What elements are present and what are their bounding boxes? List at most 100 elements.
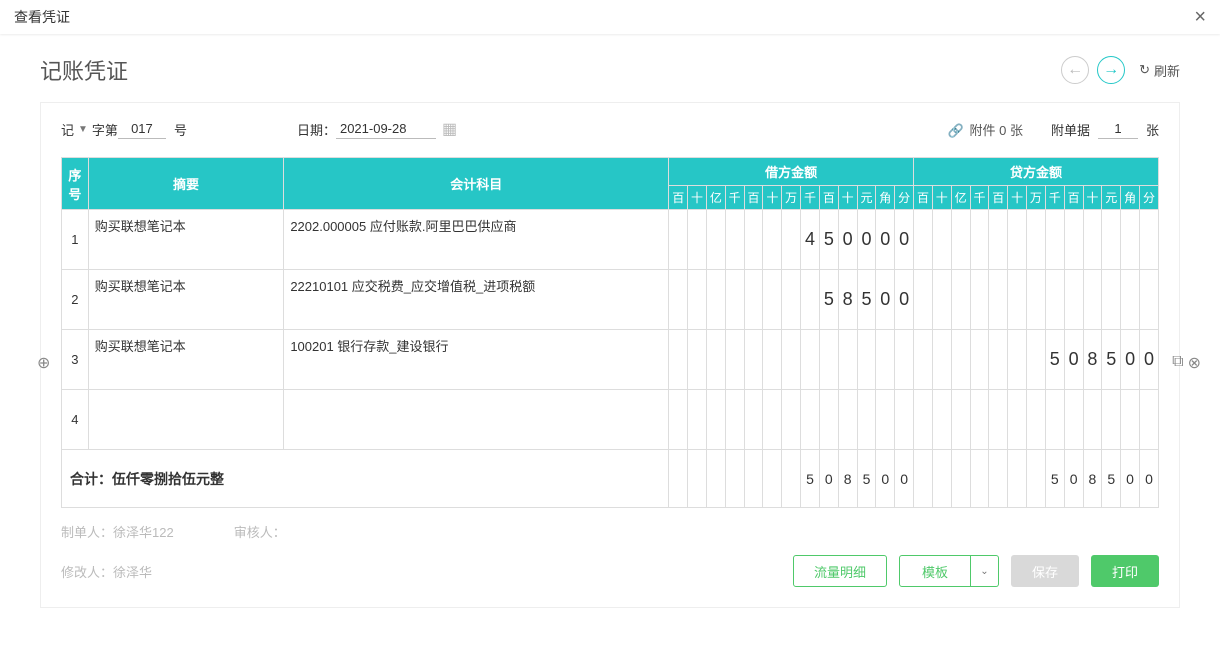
digit-cell[interactable]: 5 xyxy=(857,450,876,508)
digit-cell[interactable] xyxy=(1045,390,1064,450)
digit-cell[interactable] xyxy=(763,270,782,330)
digit-cell[interactable]: 0 xyxy=(1121,450,1140,508)
calendar-icon[interactable]: ▦ xyxy=(442,119,457,139)
digit-cell[interactable] xyxy=(1027,330,1046,390)
row-summary[interactable] xyxy=(88,390,284,450)
digit-cell[interactable] xyxy=(669,270,688,330)
add-row-icon[interactable]: ⊕ xyxy=(37,353,50,373)
digit-cell[interactable]: 5 xyxy=(1045,450,1064,508)
digit-cell[interactable] xyxy=(951,390,970,450)
digit-cell[interactable] xyxy=(688,330,707,390)
digit-cell[interactable]: 5 xyxy=(1102,330,1121,390)
digit-cell[interactable]: 5 xyxy=(801,450,820,508)
voucher-number-input[interactable] xyxy=(118,119,166,139)
digit-cell[interactable] xyxy=(725,270,744,330)
attach-doc-count-input[interactable] xyxy=(1098,119,1138,139)
digit-cell[interactable] xyxy=(763,450,782,508)
row-account[interactable]: 100201 银行存款_建设银行 xyxy=(284,330,669,390)
digit-cell[interactable] xyxy=(951,210,970,270)
digit-cell[interactable] xyxy=(744,450,763,508)
insert-row-icon[interactable]: ⧉ xyxy=(1172,353,1183,373)
digit-cell[interactable]: 8 xyxy=(838,450,857,508)
digit-cell[interactable] xyxy=(1121,270,1140,330)
digit-cell[interactable]: 0 xyxy=(895,210,914,270)
next-voucher-button[interactable]: → xyxy=(1097,56,1125,84)
digit-cell[interactable] xyxy=(932,270,951,330)
digit-cell[interactable]: 5 xyxy=(1045,330,1064,390)
digit-cell[interactable] xyxy=(819,390,838,450)
digit-cell[interactable] xyxy=(1102,210,1121,270)
row-account[interactable] xyxy=(284,390,669,450)
template-dropdown-icon[interactable]: ⌄ xyxy=(971,555,999,587)
digit-cell[interactable] xyxy=(895,390,914,450)
refresh-button[interactable]: ↻ 刷新 xyxy=(1139,61,1180,80)
digit-cell[interactable] xyxy=(914,270,933,330)
digit-cell[interactable]: 5 xyxy=(819,270,838,330)
digit-cell[interactable]: 0 xyxy=(1064,330,1083,390)
row-summary[interactable]: 购买联想笔记本 xyxy=(88,270,284,330)
digit-cell[interactable]: 8 xyxy=(838,270,857,330)
digit-cell[interactable] xyxy=(725,450,744,508)
digit-cell[interactable]: 4 xyxy=(801,210,820,270)
digit-cell[interactable] xyxy=(1064,210,1083,270)
digit-cell[interactable] xyxy=(801,390,820,450)
digit-cell[interactable] xyxy=(782,210,801,270)
digit-cell[interactable] xyxy=(1027,390,1046,450)
delete-row-icon[interactable]: ⊗ xyxy=(1188,353,1201,373)
digit-cell[interactable] xyxy=(838,330,857,390)
digit-cell[interactable]: 0 xyxy=(1064,450,1083,508)
digit-cell[interactable] xyxy=(989,210,1008,270)
digit-cell[interactable] xyxy=(669,390,688,450)
row-summary[interactable]: 购买联想笔记本 xyxy=(88,210,284,270)
digit-cell[interactable] xyxy=(801,270,820,330)
digit-cell[interactable] xyxy=(688,270,707,330)
digit-cell[interactable] xyxy=(782,390,801,450)
digit-cell[interactable] xyxy=(914,450,933,508)
digit-cell[interactable]: 0 xyxy=(876,210,895,270)
digit-cell[interactable] xyxy=(970,210,989,270)
digit-cell[interactable] xyxy=(1083,390,1102,450)
digit-cell[interactable] xyxy=(1083,270,1102,330)
digit-cell[interactable] xyxy=(857,390,876,450)
digit-cell[interactable] xyxy=(688,450,707,508)
print-button[interactable]: 打印 xyxy=(1091,555,1159,587)
digit-cell[interactable] xyxy=(932,210,951,270)
digit-cell[interactable] xyxy=(1045,270,1064,330)
digit-cell[interactable] xyxy=(989,270,1008,330)
digit-cell[interactable] xyxy=(782,270,801,330)
digit-cell[interactable] xyxy=(706,450,725,508)
digit-cell[interactable] xyxy=(1008,270,1027,330)
digit-cell[interactable]: 8 xyxy=(1083,450,1102,508)
digit-cell[interactable] xyxy=(1008,330,1027,390)
digit-cell[interactable] xyxy=(932,450,951,508)
digit-cell[interactable]: 0 xyxy=(895,450,914,508)
digit-cell[interactable] xyxy=(932,390,951,450)
digit-cell[interactable]: 0 xyxy=(1121,330,1140,390)
digit-cell[interactable]: 8 xyxy=(1083,330,1102,390)
digit-cell[interactable]: 5 xyxy=(1102,450,1121,508)
digit-cell[interactable] xyxy=(876,390,895,450)
row-account[interactable]: 2202.000005 应付账款.阿里巴巴供应商 xyxy=(284,210,669,270)
digit-cell[interactable] xyxy=(706,210,725,270)
digit-cell[interactable]: 5 xyxy=(819,210,838,270)
digit-cell[interactable] xyxy=(914,390,933,450)
digit-cell[interactable] xyxy=(1027,210,1046,270)
digit-cell[interactable]: 0 xyxy=(895,270,914,330)
digit-cell[interactable] xyxy=(989,390,1008,450)
digit-cell[interactable] xyxy=(782,330,801,390)
digit-cell[interactable] xyxy=(706,390,725,450)
digit-cell[interactable] xyxy=(1102,270,1121,330)
digit-cell[interactable] xyxy=(970,450,989,508)
digit-cell[interactable] xyxy=(1083,210,1102,270)
digit-cell[interactable] xyxy=(1064,390,1083,450)
digit-cell[interactable] xyxy=(1008,450,1027,508)
digit-cell[interactable] xyxy=(970,390,989,450)
close-icon[interactable]: × xyxy=(1194,6,1206,29)
digit-cell[interactable] xyxy=(970,330,989,390)
digit-cell[interactable] xyxy=(951,270,970,330)
row-summary[interactable]: 购买联想笔记本 xyxy=(88,330,284,390)
digit-cell[interactable] xyxy=(688,390,707,450)
digit-cell[interactable] xyxy=(1008,390,1027,450)
digit-cell[interactable] xyxy=(857,330,876,390)
digit-cell[interactable]: 0 xyxy=(876,270,895,330)
